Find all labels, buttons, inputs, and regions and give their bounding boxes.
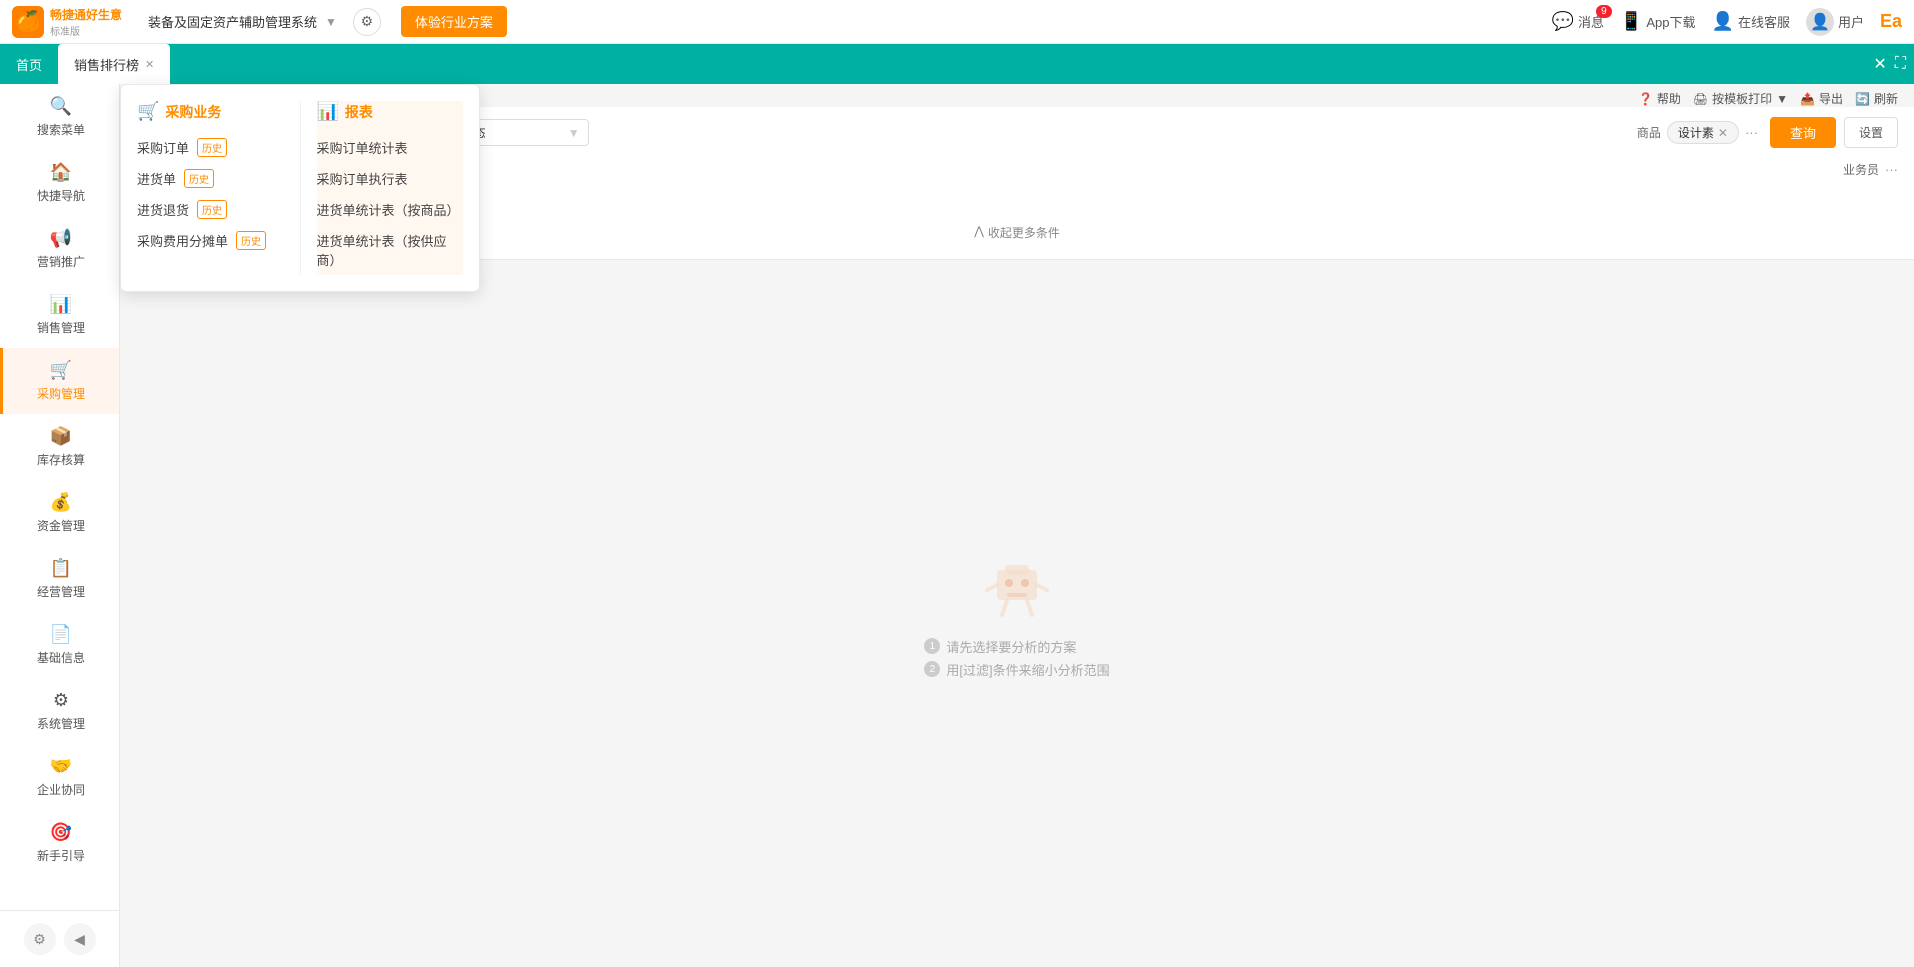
purchase-col-icon: 🛒 [137, 101, 159, 122]
system-icon: ⚙ [53, 690, 69, 711]
dropdown-col-report: 📊 报表 采购订单统计表 采购订单执行表 进货单统计表（按商品） 进货单统计表（… [317, 101, 464, 275]
sidebar-item-operation[interactable]: 📋 经营管理 [0, 546, 119, 612]
sidebar-item-guide[interactable]: 🎯 新手引导 [0, 810, 119, 876]
sidebar-item-enterprise[interactable]: 🤝 企业协同 [0, 744, 119, 810]
purchase-icon: 🛒 [50, 360, 72, 381]
guide-icon: 🎯 [50, 822, 72, 843]
marketing-icon: 📢 [50, 228, 72, 249]
sidebar-item-system[interactable]: ⚙ 系统管理 [0, 678, 119, 744]
dropdown-item-receipt-stats-goods[interactable]: 进货单统计表（按商品） [317, 194, 464, 225]
dropdown-item-goods-return[interactable]: 进货退货 历史 [137, 194, 284, 225]
top-header: 🍊 畅捷通好生意 标准版 装备及固定资产辅助管理系统 ▼ ⚙ 体验行业方案 💬 … [0, 0, 1914, 44]
setting-button[interactable]: 设置 [1844, 117, 1898, 148]
messages-button[interactable]: 💬 消息 9 [1552, 11, 1604, 32]
help-button[interactable]: ❓ 帮助 [1638, 90, 1681, 107]
tab-sales-ranking[interactable]: 销售排行榜 ✕ [58, 44, 170, 84]
print-icon: 🖨 [1693, 92, 1708, 106]
dropdown-col-purchase-title: 🛒 采购业务 [137, 101, 284, 122]
dropdown-divider [300, 101, 301, 275]
empty-tips: 1 请先选择要分析的方案 2 用[过滤]条件来缩小分析范围 [924, 637, 1109, 683]
collapse-up-icon: ⋀ [974, 224, 984, 241]
gear-button[interactable]: ⚙ [353, 8, 381, 36]
user-menu-button[interactable]: 👤 用户 [1806, 8, 1864, 36]
avatar: 👤 [1806, 8, 1834, 36]
sales-icon: 📊 [50, 294, 72, 315]
dropdown-item-goods-receipt[interactable]: 进货单 历史 [137, 163, 284, 194]
export-button[interactable]: 📤 导出 [1800, 90, 1843, 107]
finance-icon: 💰 [50, 492, 72, 513]
logo-area: 🍊 畅捷通好生意 标准版 [12, 6, 132, 38]
help-icon: ❓ [1638, 92, 1653, 106]
operation-icon: 📋 [50, 558, 72, 579]
sidebar-bottom: ⚙ ◀ [0, 910, 119, 967]
dropdown-item-po-stats[interactable]: 采购订单统计表 [317, 132, 464, 163]
salesperson-label: 业务员 [1843, 161, 1879, 178]
salesperson-more-icon[interactable]: ··· [1885, 162, 1898, 177]
export-icon: 📤 [1800, 92, 1815, 106]
print-arrow-icon: ▼ [1776, 92, 1788, 106]
search-icon: 🔍 [50, 96, 72, 117]
dropdown-columns: 🛒 采购业务 采购订单 历史 进货单 历史 进货退货 历史 采购费用分摊单 历史 [137, 101, 463, 275]
purchase-dropdown-menu: 🛒 采购业务 采购订单 历史 进货单 历史 进货退货 历史 采购费用分摊单 历史 [120, 84, 480, 292]
sidebar-item-purchase[interactable]: 🛒 采购管理 [0, 348, 119, 414]
dropdown-item-purchase-order[interactable]: 采购订单 历史 [137, 132, 284, 163]
tab-bar: 首页 销售排行榜 ✕ ✕ ⛶ [0, 44, 1914, 84]
query-button[interactable]: 查询 [1770, 117, 1836, 148]
system-title-arrow[interactable]: ▼ [325, 15, 337, 29]
sidebar: 🔍 搜索菜单 🏠 快捷导航 📢 营销推广 📊 销售管理 🛒 采购管理 📦 库存核… [0, 84, 120, 967]
system-title-area: 装备及固定资产辅助管理系统 ▼ ⚙ 体验行业方案 [132, 6, 507, 37]
tab-bar-controls: ✕ ⛶ [1873, 54, 1914, 74]
refresh-button[interactable]: 🔄 刷新 [1855, 90, 1898, 107]
empty-tip-1: 1 请先选择要分析的方案 [924, 637, 1109, 656]
enterprise-icon: 🤝 [50, 756, 72, 777]
refresh-icon: 🔄 [1855, 92, 1870, 106]
industry-button[interactable]: 体验行业方案 [401, 6, 507, 37]
dropdown-col-report-title: 📊 报表 [317, 101, 464, 122]
tab-close-all-icon[interactable]: ✕ [1873, 54, 1886, 74]
logo-text: 畅捷通好生意 标准版 [50, 6, 122, 38]
report-col-icon: 📊 [317, 101, 339, 122]
goods-tag-remove-icon[interactable]: ✕ [1718, 126, 1728, 140]
empty-tip-2: 2 用[过滤]条件来缩小分析范围 [924, 660, 1109, 679]
basic-icon: 📄 [50, 624, 72, 645]
goods-tag: 设计素 ✕ [1667, 121, 1739, 144]
empty-icon [977, 545, 1057, 625]
sidebar-item-quick[interactable]: 🏠 快捷导航 [0, 150, 119, 216]
sidebar-item-search[interactable]: 🔍 搜索菜单 [0, 84, 119, 150]
settings-bottom-button[interactable]: ⚙ [24, 923, 56, 955]
bill-status-arrow-icon: ▼ [568, 126, 580, 140]
home-icon: 🏠 [50, 162, 72, 183]
header-right: 💬 消息 9 📱 App下载 👤 在线客服 👤 用户 Ea [1552, 8, 1902, 36]
sidebar-item-basic[interactable]: 📄 基础信息 [0, 612, 119, 678]
sidebar-item-finance[interactable]: 💰 资金管理 [0, 480, 119, 546]
sidebar-item-inventory[interactable]: 📦 库存核算 [0, 414, 119, 480]
dropdown-col-purchase: 🛒 采购业务 采购订单 历史 进货单 历史 进货退货 历史 采购费用分摊单 历史 [137, 101, 284, 275]
tip-num-2: 2 [924, 661, 940, 677]
tab-home[interactable]: 首页 [0, 44, 58, 84]
dropdown-item-receipt-stats-supplier[interactable]: 进货单统计表（按供应商） [317, 225, 464, 275]
sidebar-item-marketing[interactable]: 📢 营销推广 [0, 216, 119, 282]
inventory-icon: 📦 [50, 426, 72, 447]
sidebar-item-sales[interactable]: 📊 销售管理 [0, 282, 119, 348]
collapse-sidebar-button[interactable]: ◀ [64, 923, 96, 955]
print-button[interactable]: 🖨 按模板打印 ▼ [1693, 90, 1788, 107]
tip-num-1: 1 [924, 638, 940, 654]
app-download-button[interactable]: 📱 App下载 [1620, 11, 1696, 32]
goods-label: 商品 [1637, 124, 1661, 141]
empty-state: 1 请先选择要分析的方案 2 用[过滤]条件来缩小分析范围 [120, 260, 1914, 967]
ea-label: Ea [1880, 11, 1902, 32]
system-title-text: 装备及固定资产辅助管理系统 [148, 12, 317, 31]
logo-icon: 🍊 [12, 6, 44, 38]
dropdown-item-purchase-expense[interactable]: 采购费用分摊单 历史 [137, 225, 284, 256]
tab-fullscreen-icon[interactable]: ⛶ [1895, 55, 1906, 73]
tab-close-icon[interactable]: ✕ [145, 58, 154, 71]
dropdown-item-po-exec[interactable]: 采购订单执行表 [317, 163, 464, 194]
online-service-button[interactable]: 👤 在线客服 [1712, 11, 1790, 32]
goods-more-icon[interactable]: ··· [1745, 125, 1758, 140]
